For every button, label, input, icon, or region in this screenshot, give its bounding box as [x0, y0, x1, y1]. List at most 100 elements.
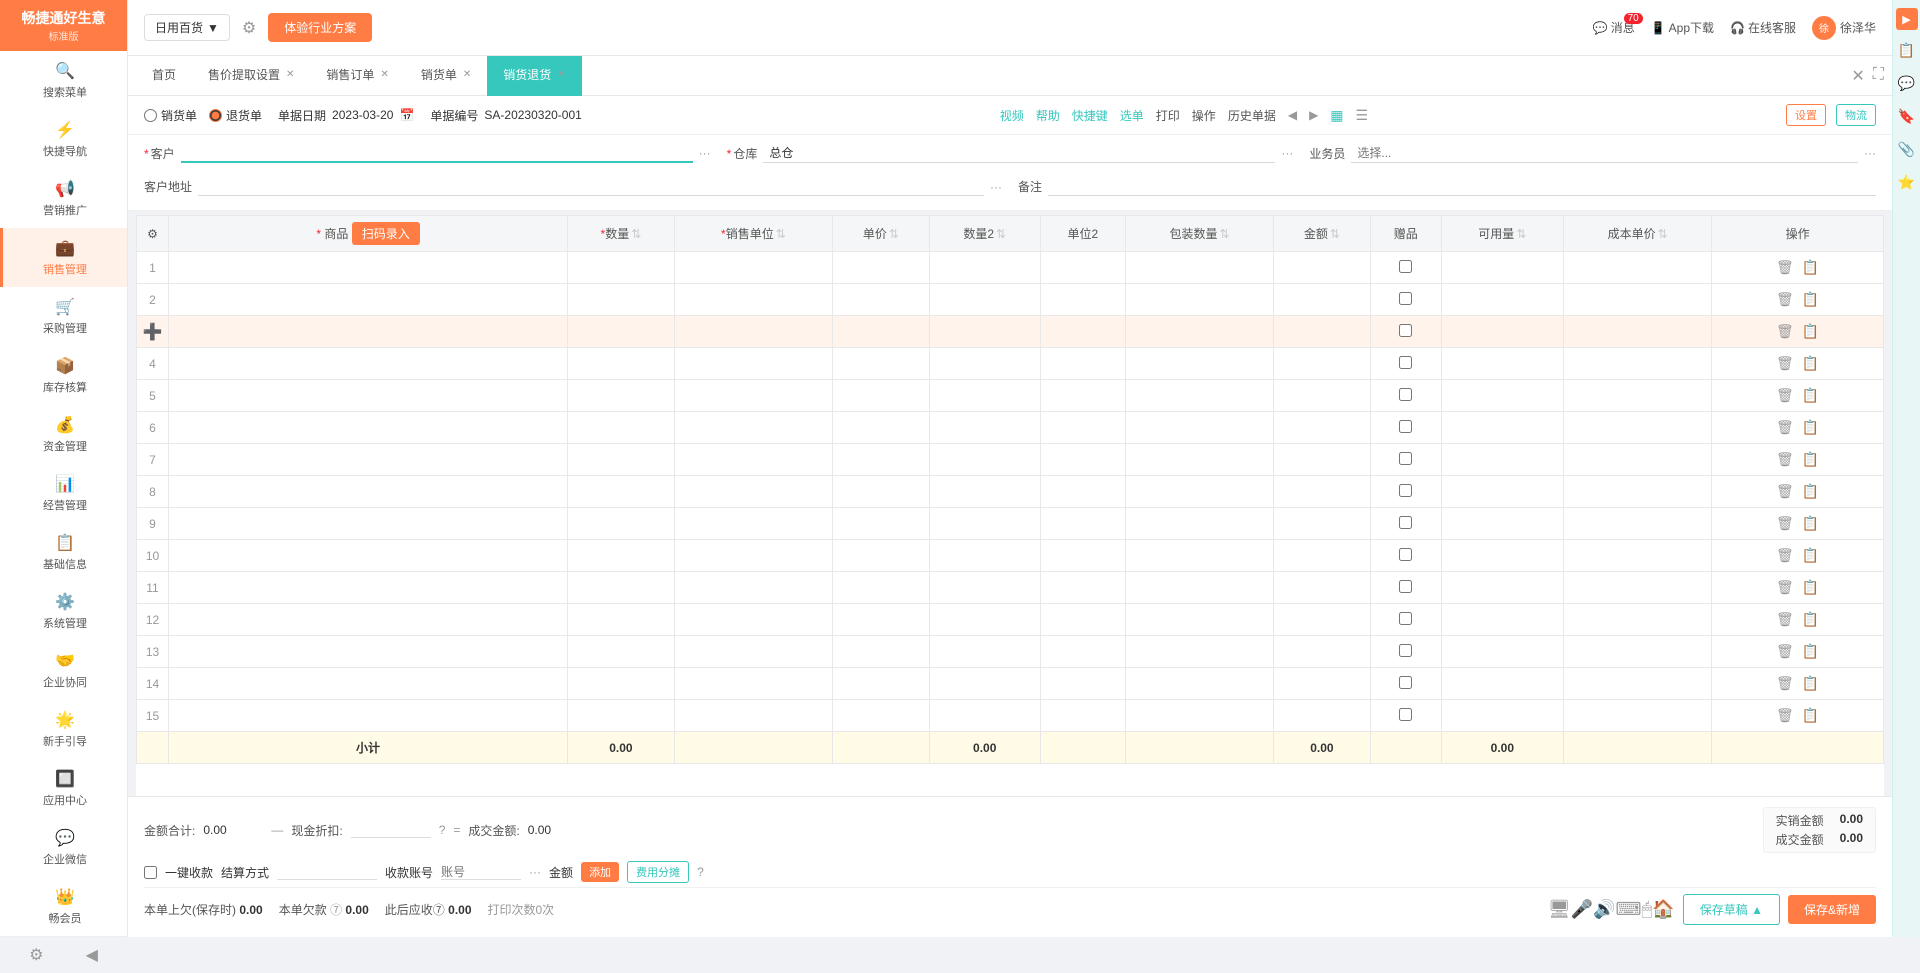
delete-btn-5[interactable]: 🗑: [1774, 387, 1796, 404]
settlement-input[interactable]: [277, 865, 377, 880]
cost-price-cell-5[interactable]: [1564, 380, 1712, 412]
sales-unit-cell-3[interactable]: [674, 316, 832, 348]
copy-btn-7[interactable]: 📋: [1800, 451, 1821, 468]
amount-cell-6[interactable]: [1274, 412, 1371, 444]
quantity-cell-1[interactable]: [568, 252, 675, 284]
package-qty-cell-8[interactable]: [1125, 476, 1273, 508]
available-cell-2[interactable]: [1441, 284, 1563, 316]
product-cell-12[interactable]: [169, 604, 568, 636]
gift-cell-11[interactable]: [1370, 572, 1441, 604]
copy-btn-14[interactable]: 📋: [1800, 675, 1821, 692]
package-qty-cell-9[interactable]: [1125, 508, 1273, 540]
right-panel-icon-5[interactable]: ⭐: [1898, 170, 1915, 195]
sidebar-item-inventory[interactable]: 📦库存核算: [0, 346, 127, 405]
quantity-cell-8[interactable]: [568, 476, 675, 508]
settings-icon[interactable]: ⚙: [29, 945, 43, 965]
available-cell-4[interactable]: [1441, 348, 1563, 380]
unit-price-cell-11[interactable]: [833, 572, 930, 604]
scan-btn[interactable]: 扫码录入: [352, 222, 420, 245]
product-cell-7[interactable]: [169, 444, 568, 476]
unit2-cell-6[interactable]: [1040, 412, 1125, 444]
quantity-cell-2[interactable]: [568, 284, 675, 316]
gift-cell-8[interactable]: [1370, 476, 1441, 508]
unit-price-cell-15[interactable]: [833, 700, 930, 732]
user-menu[interactable]: 徐 徐泽华: [1812, 16, 1876, 40]
package-qty-cell-2[interactable]: [1125, 284, 1273, 316]
package-qty-cell-7[interactable]: [1125, 444, 1273, 476]
copy-btn-5[interactable]: 📋: [1800, 387, 1821, 404]
available-cell-15[interactable]: [1441, 700, 1563, 732]
sales-unit-cell-12[interactable]: [674, 604, 832, 636]
sidebar-item-finance[interactable]: 💰资金管理: [0, 405, 127, 464]
unit2-cell-5[interactable]: [1040, 380, 1125, 412]
package-qty-cell-13[interactable]: [1125, 636, 1273, 668]
available-cell-1[interactable]: [1441, 252, 1563, 284]
cost-price-cell-14[interactable]: [1564, 668, 1712, 700]
right-panel-active-btn[interactable]: ▶: [1896, 8, 1918, 30]
gift-cell-14[interactable]: [1370, 668, 1441, 700]
unit-price-cell-8[interactable]: [833, 476, 930, 508]
action-cell-14[interactable]: 🗑📋: [1712, 668, 1884, 700]
unit-price-cell-5[interactable]: [833, 380, 930, 412]
cost-price-cell-1[interactable]: [1564, 252, 1712, 284]
doc-history-link[interactable]: 历史单据: [1228, 107, 1276, 124]
quantity-cell-4[interactable]: [568, 348, 675, 380]
doc-print-link[interactable]: 打印: [1156, 107, 1180, 124]
sales-unit-cell-6[interactable]: [674, 412, 832, 444]
sales-unit-cell-1[interactable]: [674, 252, 832, 284]
copy-btn-1[interactable]: 📋: [1800, 259, 1821, 276]
copy-btn-9[interactable]: 📋: [1800, 515, 1821, 532]
available-cell-14[interactable]: [1441, 668, 1563, 700]
sales-unit-cell-9[interactable]: [674, 508, 832, 540]
quantity-cell-11[interactable]: [568, 572, 675, 604]
amount-cell-4[interactable]: [1274, 348, 1371, 380]
amount-cell-5[interactable]: [1274, 380, 1371, 412]
right-panel-icon-4[interactable]: 📎: [1898, 137, 1915, 162]
calendar-icon[interactable]: 📅: [399, 108, 414, 122]
product-cell-10[interactable]: [169, 540, 568, 572]
delete-btn-7[interactable]: 🗑: [1774, 451, 1796, 468]
grid-view-icon[interactable]: ▦: [1330, 107, 1343, 124]
cost-price-cell-6[interactable]: [1564, 412, 1712, 444]
copy-btn-13[interactable]: 📋: [1800, 643, 1821, 660]
quantity-cell-12[interactable]: [568, 604, 675, 636]
quantity-cell-15[interactable]: [568, 700, 675, 732]
experience-btn[interactable]: 体验行业方案: [268, 13, 372, 42]
unit2-cell-13[interactable]: [1040, 636, 1125, 668]
cost-price-cell-13[interactable]: [1564, 636, 1712, 668]
delete-btn-2[interactable]: 🗑: [1774, 291, 1796, 308]
qty2-cell-13[interactable]: [929, 636, 1040, 668]
action-cell-6[interactable]: 🗑📋: [1712, 412, 1884, 444]
available-cell-8[interactable]: [1441, 476, 1563, 508]
gift-cell-1[interactable]: [1370, 252, 1441, 284]
prev-record-icon[interactable]: ◀: [1288, 108, 1297, 122]
expense-btn[interactable]: 费用分摊: [627, 861, 689, 883]
unit2-cell-8[interactable]: [1040, 476, 1125, 508]
amount-cell-8[interactable]: [1274, 476, 1371, 508]
unit2-cell-10[interactable]: [1040, 540, 1125, 572]
sales-unit-cell-14[interactable]: [674, 668, 832, 700]
package-qty-cell-10[interactable]: [1125, 540, 1273, 572]
delete-btn-3[interactable]: 🗑: [1774, 323, 1796, 340]
available-cell-11[interactable]: [1441, 572, 1563, 604]
action-cell-7[interactable]: 🗑📋: [1712, 444, 1884, 476]
qty2-cell-11[interactable]: [929, 572, 1040, 604]
copy-btn-11[interactable]: 📋: [1800, 579, 1821, 596]
set-btn[interactable]: 设置: [1786, 104, 1826, 126]
unit-price-cell-1[interactable]: [833, 252, 930, 284]
package-qty-cell-14[interactable]: [1125, 668, 1273, 700]
package-qty-cell-5[interactable]: [1125, 380, 1273, 412]
online-service-icon[interactable]: 🎧 在线客服: [1730, 19, 1796, 36]
delete-btn-9[interactable]: 🗑: [1774, 515, 1796, 532]
sidebar-item-purchase[interactable]: 🛒采购管理: [0, 287, 127, 346]
salesperson-dots[interactable]: ···: [1864, 146, 1876, 160]
gift-cell-12[interactable]: [1370, 604, 1441, 636]
gift-cell-6[interactable]: [1370, 412, 1441, 444]
sidebar-item-shortcut[interactable]: ⚡快捷导航: [0, 110, 127, 169]
doc-shortcut-link[interactable]: 快捷键: [1072, 107, 1108, 124]
copy-btn-12[interactable]: 📋: [1800, 611, 1821, 628]
remarks-input[interactable]: [1048, 177, 1876, 196]
unit2-cell-12[interactable]: [1040, 604, 1125, 636]
maximize-icon[interactable]: ⛶: [1873, 66, 1884, 86]
unit2-cell-15[interactable]: [1040, 700, 1125, 732]
